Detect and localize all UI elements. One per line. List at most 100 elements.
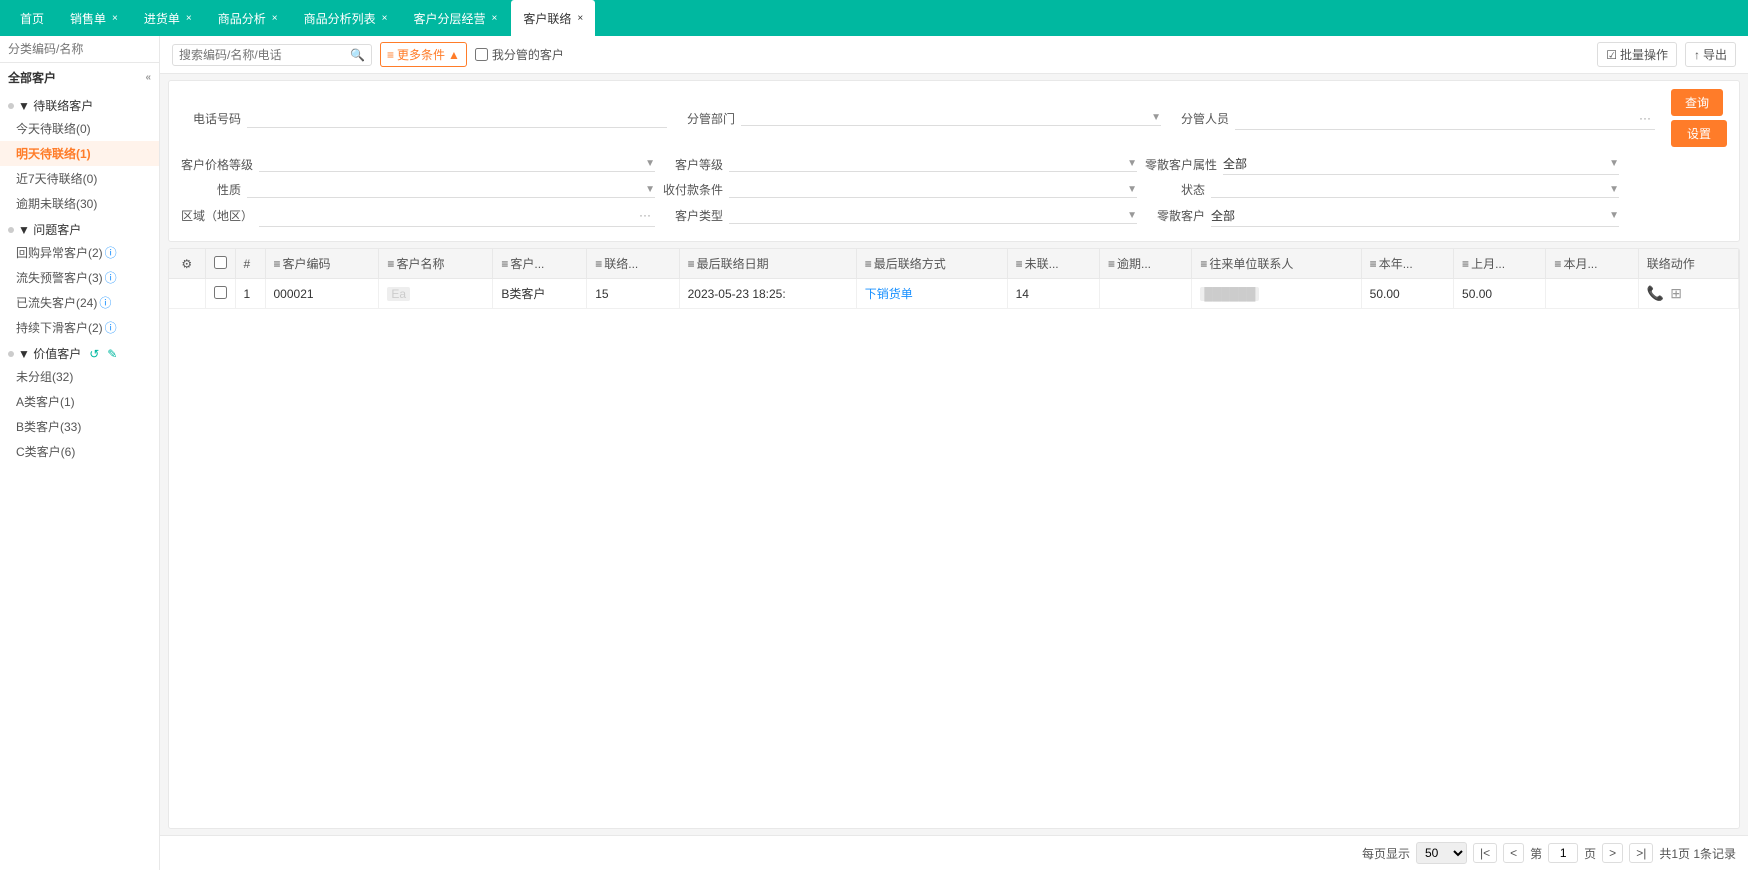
- td-this-year: 50.00: [1361, 279, 1453, 309]
- sidebar-item-b-class[interactable]: B类客户(33): [0, 414, 159, 439]
- phone-action-icon[interactable]: 📞: [1647, 285, 1664, 302]
- sidebar-item-today-contact[interactable]: 今天待联络(0): [0, 116, 159, 141]
- edit-icon-value[interactable]: ✎: [107, 347, 117, 361]
- close-icon-sales[interactable]: ×: [112, 13, 118, 24]
- sidebar-item-lost-customers[interactable]: 已流失客户(24) ⓘ: [0, 290, 159, 315]
- main-search-icon[interactable]: 🔍: [350, 48, 365, 62]
- filter-dept: 分管部门 ▼: [675, 110, 1169, 127]
- close-icon-contact[interactable]: ×: [577, 13, 583, 24]
- th-index: #: [235, 249, 265, 279]
- td-checkbox: [205, 279, 235, 309]
- per-page-select[interactable]: 50 100 200: [1416, 842, 1467, 864]
- all-customers-header[interactable]: 全部客户 «: [0, 63, 159, 92]
- more-conditions-btn[interactable]: ≡ 更多条件 ▲: [380, 42, 467, 67]
- first-page-btn[interactable]: |<: [1473, 843, 1497, 863]
- nav-home[interactable]: 首页: [8, 0, 56, 36]
- th-overdue: ≡ 逾期...: [1099, 249, 1191, 279]
- customer-type-select[interactable]: ▼: [729, 208, 1137, 224]
- customer-grade-select[interactable]: ▼: [729, 156, 1137, 172]
- group-problem-customers: ▼ 问题客户: [0, 216, 159, 240]
- sidebar-search-input[interactable]: [8, 42, 160, 56]
- close-icon-product-analysis[interactable]: ×: [272, 13, 278, 24]
- sidebar-item-repurchase-abnormal[interactable]: 回购异常客户(2) ⓘ: [0, 240, 159, 265]
- unit-contact-blurred: ██████: [1200, 287, 1259, 301]
- scattered-customer-select[interactable]: 全部 ▼: [1211, 205, 1619, 227]
- th-action: 联络动作: [1638, 249, 1738, 279]
- my-customers-checkbox[interactable]: [475, 48, 488, 61]
- close-icon-purchase[interactable]: ×: [186, 13, 192, 24]
- sidebar-item-churn-warning[interactable]: 流失预警客户(3) ⓘ: [0, 265, 159, 290]
- phone-label: 电话号码: [181, 110, 241, 127]
- filter-actions: 查询 设置: [1671, 89, 1727, 147]
- sidebar-item-7days-contact[interactable]: 近7天待联络(0): [0, 166, 159, 191]
- close-icon-product-list[interactable]: ×: [382, 13, 388, 24]
- prev-page-btn[interactable]: <: [1503, 843, 1524, 863]
- group-pending-contact: ▼ 待联络客户: [0, 92, 159, 116]
- filter-customer-grade: 客户等级 ▼: [663, 156, 1145, 173]
- payment-chevron-icon: ▼: [1127, 184, 1137, 195]
- table-header-row: ⚙ # ≡ 客户编码: [169, 249, 1739, 279]
- page-input[interactable]: [1548, 843, 1578, 863]
- nav-product-analysis-list[interactable]: 商品分析列表 ×: [292, 0, 400, 36]
- sidebar-item-a-class[interactable]: A类客户(1): [0, 389, 159, 414]
- per-page-label: 每页显示: [1362, 845, 1410, 862]
- filter-phone: 电话号码: [181, 109, 675, 128]
- sidebar-item-declining-customers[interactable]: 持续下滑客户(2) ⓘ: [0, 315, 159, 340]
- th-code: ≡ 客户编码: [265, 249, 379, 279]
- export-btn[interactable]: ↑ 导出: [1685, 42, 1736, 67]
- chevron-up-icon: ▲: [448, 48, 460, 62]
- nav-customer-tier[interactable]: 客户分层经营 ×: [401, 0, 509, 36]
- info-icon-4: ⓘ: [105, 319, 117, 336]
- nav-product-analysis[interactable]: 商品分析 ×: [206, 0, 290, 36]
- row-checkbox[interactable]: [214, 286, 227, 299]
- sidebar-item-tomorrow-contact[interactable]: 明天待联络(1): [0, 141, 159, 166]
- scattered-attr-select[interactable]: 全部 ▼: [1223, 153, 1619, 175]
- manager-label: 分管人员: [1169, 110, 1229, 127]
- td-last-contact-method[interactable]: 下销货单: [856, 279, 1007, 309]
- close-icon-tier[interactable]: ×: [491, 13, 497, 24]
- query-button[interactable]: 查询: [1671, 89, 1723, 116]
- td-uncontacted: 14: [1007, 279, 1099, 309]
- batch-operation-btn[interactable]: ☑ 批量操作: [1597, 42, 1677, 67]
- manager-select[interactable]: ···: [1235, 107, 1655, 130]
- nature-select[interactable]: ▼: [247, 182, 655, 198]
- status-select[interactable]: ▼: [1211, 182, 1619, 198]
- reset-button[interactable]: 设置: [1671, 120, 1727, 147]
- toolbar-right: ☑ 批量操作 ↑ 导出: [1597, 42, 1736, 67]
- phone-input[interactable]: [247, 109, 667, 128]
- sidebar-item-overdue-contact[interactable]: 逾期未联络(30): [0, 191, 159, 216]
- last-contact-link[interactable]: 下销货单: [865, 287, 913, 301]
- top-nav: 首页 销售单 × 进货单 × 商品分析 × 商品分析列表 × 客户分层经营 × …: [0, 0, 1748, 36]
- filter-status: 状态 ▼: [1145, 181, 1627, 198]
- th-type: ≡ 客户...: [493, 249, 587, 279]
- sidebar-item-c-class[interactable]: C类客户(6): [0, 439, 159, 464]
- th-name: ≡ 客户名称: [379, 249, 493, 279]
- th-settings[interactable]: ⚙: [169, 249, 205, 279]
- sidebar-item-ungrouped[interactable]: 未分组(32): [0, 364, 159, 389]
- filter-manager: 分管人员 ···: [1169, 107, 1663, 130]
- dept-select[interactable]: ▼: [741, 110, 1161, 126]
- next-page-btn[interactable]: >: [1602, 843, 1623, 863]
- dept-chevron-icon: ▼: [1151, 112, 1161, 123]
- grid-action-icon[interactable]: ⊞: [1670, 285, 1682, 302]
- refresh-icon-value[interactable]: ↺: [89, 347, 99, 361]
- region-select[interactable]: ···: [259, 204, 655, 227]
- settings-icon[interactable]: ⚙: [181, 257, 192, 271]
- nav-purchase[interactable]: 进货单 ×: [132, 0, 204, 36]
- last-page-btn[interactable]: >|: [1629, 843, 1653, 863]
- price-grade-select[interactable]: ▼: [259, 156, 655, 172]
- filter-region: 区域（地区） ···: [181, 204, 663, 227]
- filter-row-2: 客户价格等级 ▼ 客户等级 ▼ 零散客户属性 全部: [181, 153, 1727, 175]
- region-more-icon[interactable]: ···: [635, 206, 655, 224]
- main-layout: 🔍 全部客户 « ▼ 待联络客户 今天待联络(0) 明天待联络(1) 近7天待联…: [0, 36, 1748, 870]
- select-all-checkbox[interactable]: [214, 256, 227, 269]
- payment-select[interactable]: ▼: [729, 182, 1137, 198]
- filter-scattered-customer: 零散客户 全部 ▼: [1145, 205, 1627, 227]
- pagination: 每页显示 50 100 200 |< < 第 页 > >| 共1页 1条记录: [160, 835, 1748, 870]
- my-customers-checkbox-container[interactable]: 我分管的客户: [475, 46, 564, 63]
- main-search-input[interactable]: [179, 48, 346, 62]
- nav-customer-contact[interactable]: 客户联络 ×: [511, 0, 595, 36]
- nav-sales[interactable]: 销售单 ×: [58, 0, 130, 36]
- page-label: 第: [1530, 845, 1542, 862]
- manager-more-icon[interactable]: ···: [1635, 109, 1655, 127]
